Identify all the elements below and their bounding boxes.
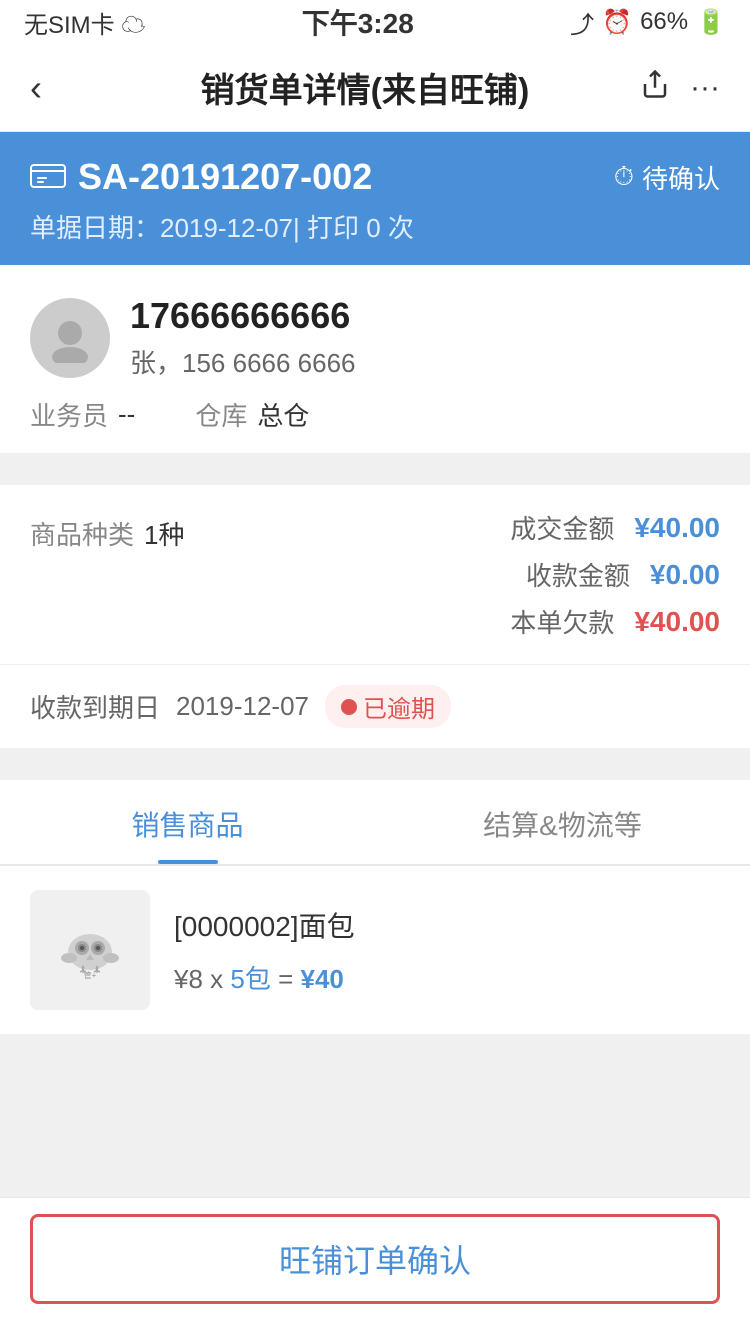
status-right: ⤴ ⏰ 66% 🔋 — [570, 5, 726, 40]
order-icon — [30, 156, 66, 198]
stat-row-1: 收款金额 ¥0.00 — [526, 556, 720, 593]
nav-bar: ‹ 销货单详情(来自旺铺) ··· — [0, 44, 750, 132]
overdue-dot-icon — [341, 699, 357, 715]
avatar — [30, 298, 110, 378]
stat-name-2: 本单欠款 — [510, 603, 614, 640]
location-icon: ⤴ — [570, 5, 594, 40]
due-date-section: 收款到期日 2019-12-07 已逾期 — [0, 664, 750, 748]
order-banner-top: SA-20191207-002 ⏱ 待确认 — [30, 156, 720, 198]
product-qty: 5包 — [230, 964, 270, 994]
order-date: 2019-12-07 — [160, 213, 293, 243]
confirm-order-button[interactable]: 旺铺订单确认 — [30, 1214, 720, 1304]
order-status: ⏱ 待确认 — [614, 159, 720, 196]
tab-settlement[interactable]: 结算&物流等 — [375, 780, 750, 864]
meta-row: 业务员 -- 仓库 总仓 — [30, 396, 720, 433]
product-total: ¥40 — [300, 964, 343, 994]
salesman-label: 业务员 — [30, 396, 108, 433]
order-banner: SA-20191207-002 ⏱ 待确认 单据日期：2019-12-07| 打… — [0, 132, 750, 265]
battery-level: 66% — [640, 8, 688, 36]
product-name: [0000002]面包 — [174, 905, 720, 945]
divider-2 — [0, 748, 750, 764]
share-icon[interactable] — [640, 69, 670, 107]
product-price-row: ¥8 x 5包 = ¥40 — [174, 959, 720, 996]
product-type-label: 商品种类 — [30, 515, 134, 552]
customer-section: 17666666666 张，156 6666 6666 业务员 -- 仓库 总仓 — [0, 265, 750, 453]
salesman-item: 业务员 -- — [30, 396, 135, 433]
print-info: | 打印 0 次 — [293, 213, 414, 243]
product-price: ¥8 x — [174, 964, 230, 994]
stat-amount-2: ¥40.00 — [634, 606, 720, 638]
product-equals: = — [271, 964, 301, 994]
order-id: SA-20191207-002 — [30, 156, 372, 198]
order-date-line: 单据日期：2019-12-07| 打印 0 次 — [30, 208, 720, 245]
page-title: 销货单详情(来自旺铺) — [201, 63, 530, 112]
status-text: 待确认 — [642, 159, 720, 196]
stats-right: 成交金额 ¥40.00 收款金额 ¥0.00 本单欠款 ¥40.00 — [510, 509, 720, 640]
warehouse-item: 仓库 总仓 — [195, 396, 309, 433]
warehouse-label: 仓库 — [195, 396, 247, 433]
stat-name-1: 收款金额 — [526, 556, 630, 593]
due-date-value: 2019-12-07 — [176, 691, 309, 722]
alarm-icon: ⏰ — [602, 8, 632, 37]
stat-row-2: 本单欠款 ¥40.00 — [510, 603, 720, 640]
salesman-value: -- — [118, 399, 135, 430]
battery-icon: 🔋 — [696, 8, 726, 37]
stat-amount-1: ¥0.00 — [650, 559, 720, 591]
warehouse-value: 总仓 — [257, 396, 309, 433]
stats-left: 商品种类 1种 — [30, 509, 510, 552]
date-label: 单据日期： — [30, 213, 160, 243]
product-type-value: 1种 — [144, 515, 184, 552]
overdue-badge: 已逾期 — [325, 685, 451, 728]
customer-name: 张，156 6666 6666 — [130, 343, 720, 380]
status-time: 下午3:28 — [302, 2, 414, 42]
product-item: 管+ [0000002]面包 ¥8 x 5包 = ¥40 — [0, 866, 750, 1034]
product-section: 管+ [0000002]面包 ¥8 x 5包 = ¥40 — [0, 866, 750, 1034]
product-info: [0000002]面包 ¥8 x 5包 = ¥40 — [174, 905, 720, 996]
stat-name-0: 成交金额 — [510, 509, 614, 546]
tab-sales-product[interactable]: 销售商品 — [0, 780, 375, 864]
more-icon[interactable]: ··· — [690, 71, 720, 105]
stat-row-0: 成交金额 ¥40.00 — [510, 509, 720, 546]
stat-amount-0: ¥40.00 — [634, 512, 720, 544]
nav-actions: ··· — [640, 69, 720, 107]
tabs-section: 销售商品 结算&物流等 — [0, 780, 750, 866]
stats-section: 商品种类 1种 成交金额 ¥40.00 收款金额 ¥0.00 本单欠款 ¥40.… — [0, 485, 750, 664]
divider-1 — [0, 453, 750, 469]
overdue-text: 已逾期 — [363, 689, 435, 724]
customer-info: 17666666666 张，156 6666 6666 — [130, 295, 720, 380]
status-bar: 无SIM卡 ☁ 下午3:28 ⤴ ⏰ 66% 🔋 — [0, 0, 750, 44]
back-button[interactable]: ‹ — [30, 67, 90, 109]
product-thumbnail: 管+ — [30, 890, 150, 1010]
due-date-label: 收款到期日 — [30, 688, 160, 725]
customer-row: 17666666666 张，156 6666 6666 — [30, 295, 720, 380]
status-left: 无SIM卡 ☁ — [24, 5, 145, 40]
status-time-icon: ⏱ — [614, 161, 634, 193]
sim-status: 无SIM卡 ☁ — [24, 5, 145, 40]
svg-text:管+: 管+ — [84, 970, 97, 980]
customer-phone: 17666666666 — [130, 295, 720, 337]
bottom-bar: 旺铺订单确认 — [0, 1197, 750, 1334]
